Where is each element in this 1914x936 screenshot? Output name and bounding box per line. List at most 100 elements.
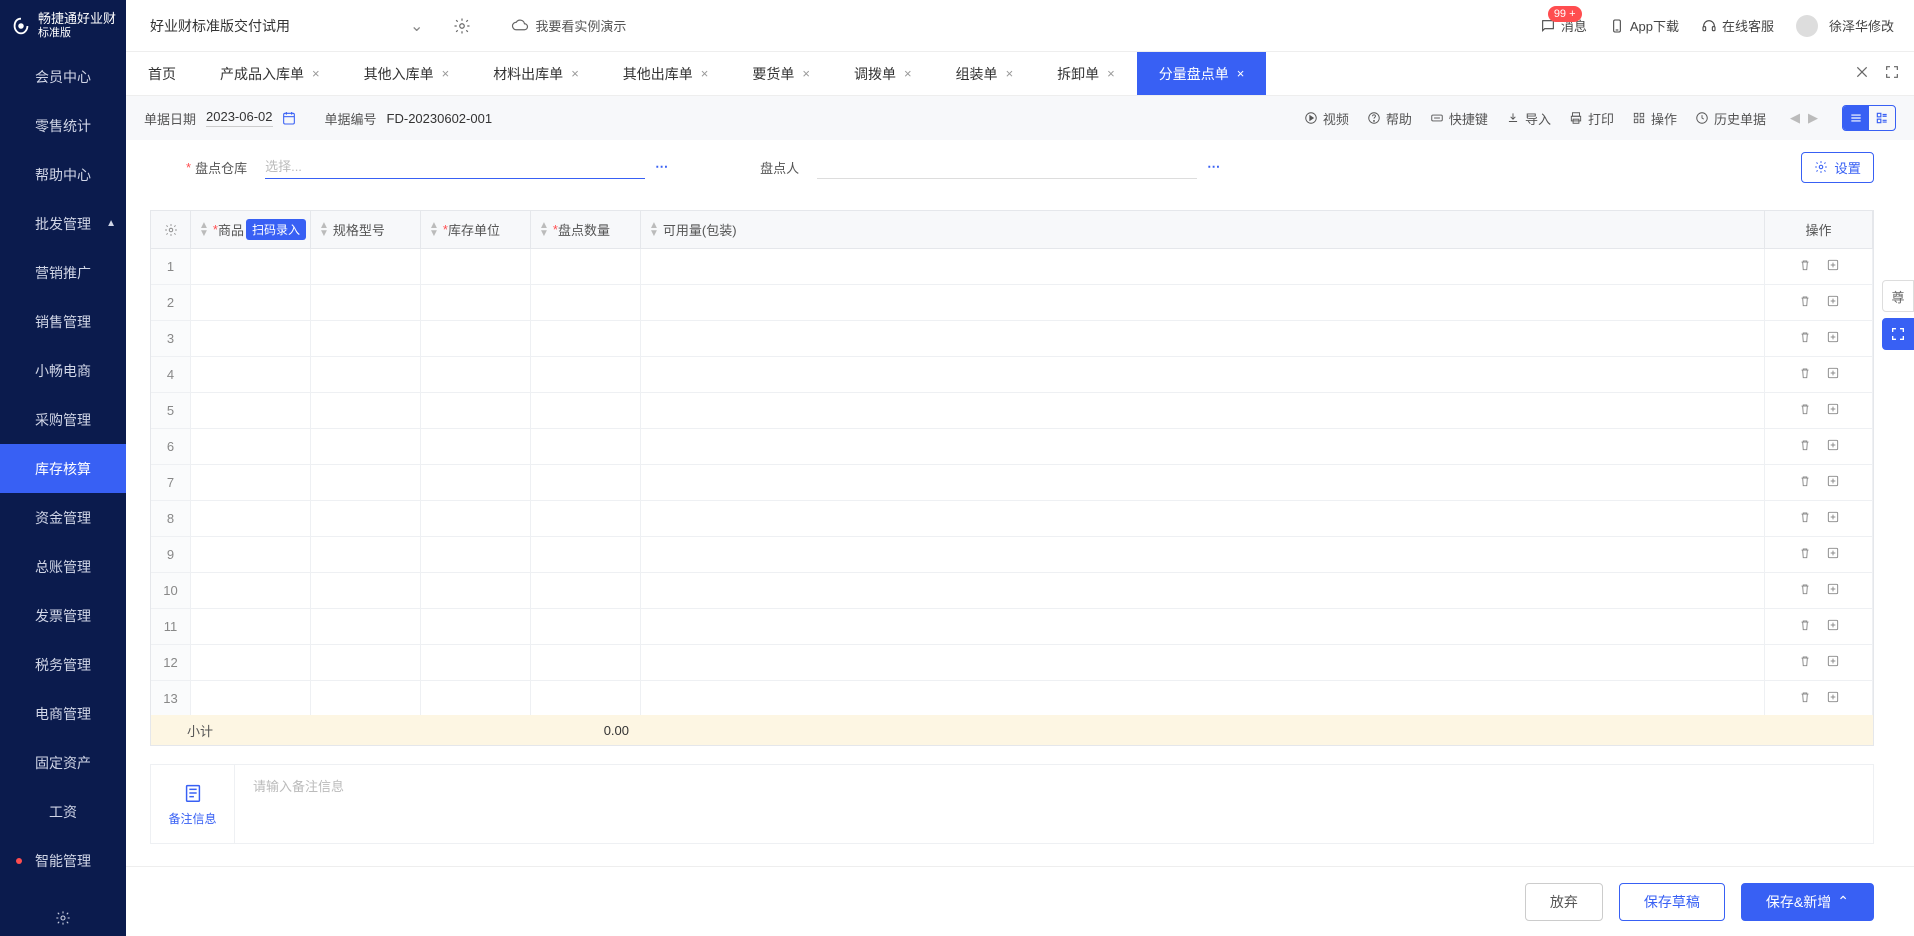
discard-button[interactable]: 放弃 (1525, 883, 1603, 921)
card-view-icon[interactable] (1869, 106, 1895, 130)
cell-unit[interactable] (421, 681, 531, 715)
cell-product[interactable] (191, 393, 311, 428)
cell-avail[interactable] (641, 537, 1765, 572)
sidebar-item-16[interactable]: 智能管理 (0, 836, 126, 885)
cell-unit[interactable] (421, 249, 531, 284)
calendar-icon[interactable] (281, 110, 297, 126)
close-icon[interactable]: × (802, 66, 810, 81)
person-input[interactable] (817, 155, 1197, 179)
cell-spec[interactable] (311, 357, 421, 392)
delete-icon[interactable] (1798, 690, 1812, 707)
sidebar-item-14[interactable]: 固定资产 (0, 738, 126, 787)
sidebar-item-15[interactable]: 工资 (0, 787, 126, 836)
cell-unit[interactable] (421, 321, 531, 356)
table-row[interactable]: 1 (151, 249, 1873, 285)
close-icon[interactable]: × (312, 66, 320, 81)
tab-0[interactable]: 首页 (126, 52, 198, 95)
messages-button[interactable]: 99 + 消息 (1540, 16, 1587, 35)
delete-icon[interactable] (1798, 330, 1812, 347)
cell-spec[interactable] (311, 537, 421, 572)
table-row[interactable]: 7 (151, 465, 1873, 501)
cell-avail[interactable] (641, 321, 1765, 356)
prev-icon[interactable]: ◀ (1790, 110, 1800, 126)
cell-avail[interactable] (641, 609, 1765, 644)
cell-product[interactable] (191, 681, 311, 715)
gear-icon[interactable] (453, 17, 471, 35)
remark-tab[interactable]: 备注信息 (151, 765, 235, 843)
add-icon[interactable] (1826, 438, 1840, 455)
warehouse-input[interactable] (265, 155, 645, 179)
float-note-icon[interactable]: 尊 (1882, 280, 1914, 312)
warehouse-lookup-icon[interactable]: ⋯ (655, 159, 670, 175)
sidebar-item-3[interactable]: 批发管理▲ (0, 199, 126, 248)
cell-spec[interactable] (311, 249, 421, 284)
add-icon[interactable] (1826, 330, 1840, 347)
table-row[interactable]: 11 (151, 609, 1873, 645)
close-icon[interactable]: × (571, 66, 579, 81)
tab-5[interactable]: 要货单× (730, 52, 832, 95)
delete-icon[interactable] (1798, 402, 1812, 419)
cell-qty[interactable] (531, 609, 641, 644)
delete-icon[interactable] (1798, 618, 1812, 635)
cell-product[interactable] (191, 573, 311, 608)
scan-badge[interactable]: 扫码录入 (246, 219, 306, 240)
cell-qty[interactable] (531, 573, 641, 608)
sidebar-item-10[interactable]: 总账管理 (0, 542, 126, 591)
add-icon[interactable] (1826, 402, 1840, 419)
shortcut-button[interactable]: 快捷键 (1430, 109, 1488, 128)
delete-icon[interactable] (1798, 582, 1812, 599)
cell-product[interactable] (191, 357, 311, 392)
cell-spec[interactable] (311, 645, 421, 680)
sidebar-item-0[interactable]: 会员中心 (0, 52, 126, 101)
sidebar-item-5[interactable]: 销售管理 (0, 297, 126, 346)
cell-spec[interactable] (311, 501, 421, 536)
add-icon[interactable] (1826, 546, 1840, 563)
close-all-icon[interactable] (1854, 64, 1870, 83)
video-button[interactable]: 视频 (1304, 109, 1349, 128)
delete-icon[interactable] (1798, 294, 1812, 311)
delete-icon[interactable] (1798, 654, 1812, 671)
delete-icon[interactable] (1798, 438, 1812, 455)
remark-input[interactable] (253, 779, 1855, 794)
table-row[interactable]: 12 (151, 645, 1873, 681)
cell-unit[interactable] (421, 393, 531, 428)
table-row[interactable]: 3 (151, 321, 1873, 357)
cell-unit[interactable] (421, 429, 531, 464)
add-icon[interactable] (1826, 474, 1840, 491)
col-unit[interactable]: ▲▼*库存单位 (421, 211, 531, 248)
cell-qty[interactable] (531, 681, 641, 715)
cell-spec[interactable] (311, 393, 421, 428)
cell-product[interactable] (191, 609, 311, 644)
col-avail[interactable]: ▲▼可用量(包装) (641, 211, 1765, 248)
cell-avail[interactable] (641, 285, 1765, 320)
cell-avail[interactable] (641, 357, 1765, 392)
cell-spec[interactable] (311, 465, 421, 500)
action-button[interactable]: 操作 (1632, 109, 1677, 128)
table-row[interactable]: 8 (151, 501, 1873, 537)
delete-icon[interactable] (1798, 258, 1812, 275)
table-row[interactable]: 2 (151, 285, 1873, 321)
tab-3[interactable]: 材料出库单× (471, 52, 601, 95)
table-row[interactable]: 6 (151, 429, 1873, 465)
print-button[interactable]: 打印 (1569, 109, 1614, 128)
cell-qty[interactable] (531, 537, 641, 572)
col-product[interactable]: ▲▼*商品扫码录入 (191, 211, 311, 248)
cell-avail[interactable] (641, 501, 1765, 536)
cell-product[interactable] (191, 537, 311, 572)
cell-spec[interactable] (311, 321, 421, 356)
cell-unit[interactable] (421, 465, 531, 500)
save-new-button[interactable]: 保存&新增⌃ (1741, 883, 1874, 921)
person-lookup-icon[interactable]: ⋯ (1207, 159, 1222, 175)
cell-unit[interactable] (421, 609, 531, 644)
cell-qty[interactable] (531, 429, 641, 464)
close-icon[interactable]: × (442, 66, 450, 81)
cell-unit[interactable] (421, 357, 531, 392)
sidebar-item-11[interactable]: 发票管理 (0, 591, 126, 640)
cell-qty[interactable] (531, 501, 641, 536)
cell-avail[interactable] (641, 393, 1765, 428)
tab-2[interactable]: 其他入库单× (342, 52, 472, 95)
close-icon[interactable]: × (1237, 66, 1245, 81)
save-draft-button[interactable]: 保存草稿 (1619, 883, 1725, 921)
cell-qty[interactable] (531, 249, 641, 284)
help-button[interactable]: 帮助 (1367, 109, 1412, 128)
